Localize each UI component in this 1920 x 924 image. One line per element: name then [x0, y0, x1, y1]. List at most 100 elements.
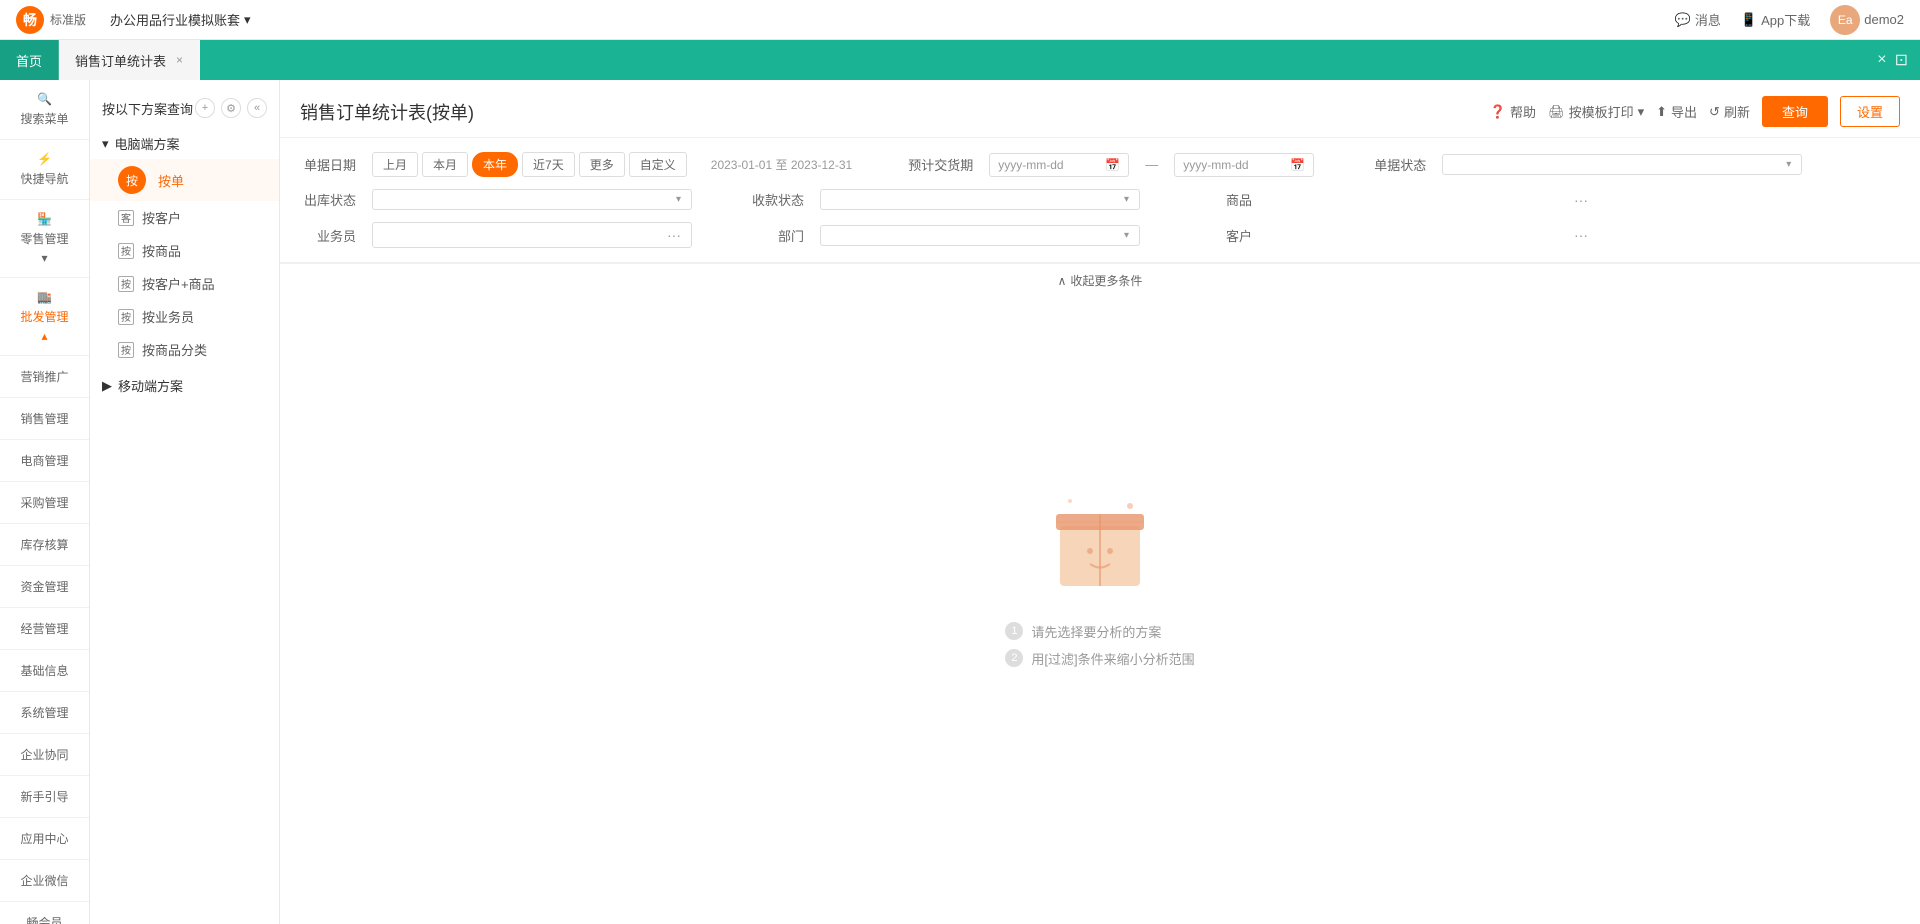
refresh-label: 刷新 [1724, 102, 1750, 121]
setting-plan-button[interactable]: ⚙ [221, 98, 241, 118]
tab-close-icon[interactable]: × [176, 53, 183, 67]
collapse-panel-button[interactable]: « [247, 98, 267, 118]
date-btn-last-month[interactable]: 上月 [372, 152, 418, 177]
sidebar-item-inventory[interactable]: 库存核算 [0, 524, 89, 566]
sidebar-item-ecommerce[interactable]: 电商管理 [0, 440, 89, 482]
date-btn-7days[interactable]: 近7天 [522, 152, 575, 177]
help-button[interactable]: ❓ 帮助 [1490, 102, 1536, 121]
newbie-label: 新手引导 [20, 788, 68, 805]
user-button[interactable]: Ea demo2 [1830, 5, 1904, 35]
calendar-icon-2: 📅 [1290, 158, 1305, 172]
custprod-plan-icon: 按 [118, 276, 134, 292]
apps-label: 应用中心 [20, 830, 68, 847]
download-button[interactable]: 📱 App下载 [1741, 10, 1810, 29]
export-button[interactable]: ⬆ 导出 [1656, 102, 1697, 121]
expected-date-to: yyyy-mm-dd 📅 [1174, 153, 1314, 177]
expected-date-to-input[interactable]: yyyy-mm-dd 📅 [1174, 153, 1314, 177]
sidebar-item-system[interactable]: 系统管理 [0, 692, 89, 734]
page-title: 销售订单统计表(按单) [300, 99, 474, 125]
sidebar-item-apps[interactable]: 应用中心 [0, 818, 89, 860]
plan-item-by-product[interactable]: 按 按商品 [90, 234, 279, 267]
sidebar-item-finance[interactable]: 资金管理 [0, 566, 89, 608]
tab-sales-order-stats[interactable]: 销售订单统计表 × [59, 40, 200, 80]
collapse-bar[interactable]: ∧ 收起更多条件 [280, 263, 1920, 297]
query-button[interactable]: 查询 [1762, 96, 1828, 127]
shipment-chevron: ▾ [676, 194, 681, 205]
sidebar-item-basic[interactable]: 基础信息 [0, 650, 89, 692]
app-selector[interactable]: 办公用品行业模拟账套 ▾ [110, 10, 251, 29]
logo-text: 标准版 [50, 11, 86, 28]
sidebar-item-retail[interactable]: 🏪 零售管理 ▾ [0, 200, 89, 278]
inventory-label: 库存核算 [20, 536, 68, 553]
page-title-text: 销售订单统计表(按单) [300, 103, 474, 123]
sales-label: 销售管理 [20, 410, 68, 427]
mobile-section[interactable]: ▶ 移动端方案 [90, 370, 279, 401]
search-icon: 🔍 [37, 92, 52, 106]
customer-plan-icon: 客 [118, 210, 134, 226]
export-icon: ⬆ [1656, 104, 1667, 120]
sidebar-item-newbie[interactable]: 新手引导 [0, 776, 89, 818]
content-area: 按以下方案查询 + ⚙ « ▾ 电脑端方案 按 按单 客 按 [90, 80, 1920, 924]
sidebar-item-marketing[interactable]: 营销推广 [0, 356, 89, 398]
sidebar-quicknav[interactable]: ⚡ 快捷导航 [0, 140, 89, 200]
staff-more-icon[interactable]: ··· [667, 227, 681, 243]
date-btn-more[interactable]: 更多 [579, 152, 625, 177]
shipment-select[interactable]: ▾ [372, 189, 692, 210]
sidebar-item-wholesale[interactable]: 🏬 批发管理 ▴ [0, 278, 89, 356]
status-select[interactable]: ▾ [1442, 154, 1802, 175]
expected-date-to-placeholder: yyyy-mm-dd [1183, 158, 1248, 172]
date-range-text: 2023-01-01 至 2023-12-31 [711, 156, 852, 173]
date-btn-this-month[interactable]: 本月 [422, 152, 468, 177]
sidebar: 🔍 搜索菜单 ⚡ 快捷导航 🏪 零售管理 ▾ 🏬 批发管理 ▴ 营销推广 销售管… [0, 80, 90, 924]
empty-text: 1 请先选择要分析的方案 2 用[过滤]条件来缩小分析范围 [1005, 622, 1194, 676]
sidebar-item-purchase[interactable]: 采购管理 [0, 482, 89, 524]
cooperation-label: 企业协同 [20, 746, 68, 763]
date-buttons: 上月 本月 本年 近7天 更多 自定义 [372, 152, 687, 177]
app-selector-chevron: ▾ [244, 12, 251, 28]
sidebar-item-operation[interactable]: 经营管理 [0, 608, 89, 650]
mobile-section-label: 移动端方案 [118, 376, 183, 395]
maximize-button[interactable]: ⊡ [1895, 50, 1908, 70]
active-plan-icon: 按 [118, 166, 146, 194]
plan-item-by-staff[interactable]: 按 按业务员 [90, 300, 279, 333]
tab-home[interactable]: 首页 [0, 40, 59, 80]
payment-select[interactable]: ▾ [820, 189, 1140, 210]
logo-area: 畅 标准版 [16, 6, 86, 34]
empty-svg [1040, 486, 1160, 596]
wholesale-chevron: ▴ [41, 329, 47, 343]
message-button[interactable]: 💬 消息 [1675, 10, 1721, 29]
template-print-button[interactable]: 🖨 按模板打印 ▾ [1548, 102, 1644, 121]
customer-more-icon[interactable]: ··· [1574, 227, 1588, 243]
refresh-button[interactable]: ↺ 刷新 [1709, 102, 1750, 121]
filter-row-1: 单据日期 上月 本月 本年 近7天 更多 自定义 2023-01-01 至 20… [300, 152, 1900, 177]
expected-date-label: 预计交货期 [908, 155, 973, 174]
home-tab-label: 首页 [16, 51, 42, 70]
pc-section-label: 电脑端方案 [115, 134, 180, 153]
finance-label: 资金管理 [20, 578, 68, 595]
sidebar-item-cooperation[interactable]: 企业协同 [0, 734, 89, 776]
date-btn-custom[interactable]: 自定义 [629, 152, 687, 177]
plan-item-by-order[interactable]: 按 按单 [90, 159, 279, 201]
staff-plan-icon: 按 [118, 309, 134, 325]
sidebar-search[interactable]: 🔍 搜索菜单 [0, 80, 89, 140]
settings-button[interactable]: 设置 [1840, 96, 1900, 127]
pc-section-header[interactable]: ▾ 电脑端方案 [90, 128, 279, 159]
ecommerce-label: 电商管理 [20, 452, 68, 469]
filter-area: 单据日期 上月 本月 本年 近7天 更多 自定义 2023-01-01 至 20… [280, 138, 1920, 263]
date-label: 单据日期 [300, 155, 356, 174]
status-chevron: ▾ [1786, 159, 1791, 170]
plan-item-by-cust-prod[interactable]: 按 按客户+商品 [90, 267, 279, 300]
pc-plan-section: ▾ 电脑端方案 按 按单 客 按客户 按 按商品 按 按客户+商品 [90, 128, 279, 366]
goods-more-icon[interactable]: ··· [1574, 192, 1588, 208]
sidebar-item-wechat[interactable]: 企业微信 [0, 860, 89, 902]
plan-item-by-category[interactable]: 按 按商品分类 [90, 333, 279, 366]
minimize-button[interactable]: × [1877, 51, 1886, 69]
sidebar-item-member[interactable]: 畅会员 [0, 902, 89, 924]
logo-icon: 畅 [16, 6, 44, 34]
add-plan-button[interactable]: + [195, 98, 215, 118]
sidebar-item-sales[interactable]: 销售管理 [0, 398, 89, 440]
dept-select[interactable]: ▾ [820, 225, 1140, 246]
date-btn-this-year[interactable]: 本年 [472, 152, 518, 177]
plan-item-by-customer[interactable]: 客 按客户 [90, 201, 279, 234]
expected-date-from-input[interactable]: yyyy-mm-dd 📅 [989, 153, 1129, 177]
